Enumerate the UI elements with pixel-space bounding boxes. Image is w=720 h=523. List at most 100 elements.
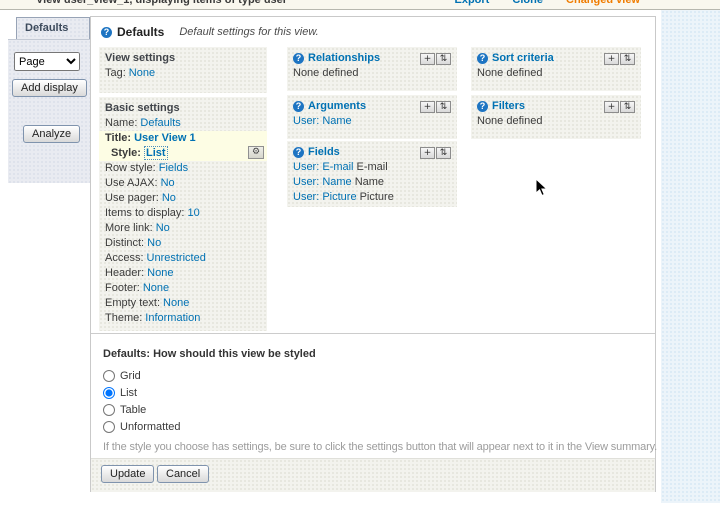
field-label: E-mail bbox=[357, 161, 388, 173]
add-icon[interactable]: + bbox=[604, 53, 619, 65]
radio-option-list[interactable]: List bbox=[103, 387, 137, 399]
filters-title-link[interactable]: Filters bbox=[492, 99, 525, 114]
cancel-button[interactable]: Cancel bbox=[157, 465, 209, 483]
setting-label: Use pager: bbox=[105, 192, 159, 204]
add-icon[interactable]: + bbox=[420, 101, 435, 113]
fields-title-link[interactable]: Fields bbox=[308, 145, 340, 160]
setting-row: Empty text:None bbox=[105, 296, 261, 311]
changed-view-indicator[interactable]: Changed view bbox=[566, 0, 640, 6]
top-links: Export Clone Changed view bbox=[435, 0, 641, 6]
rearrange-icon[interactable]: ⇅ bbox=[620, 101, 635, 113]
setting-row: Row style:Fields bbox=[105, 161, 261, 176]
setting-row: Distinct:No bbox=[105, 236, 261, 251]
rearrange-icon[interactable]: ⇅ bbox=[436, 101, 451, 113]
radio-list-label: List bbox=[120, 387, 137, 399]
rearrange-icon[interactable]: ⇅ bbox=[436, 147, 451, 159]
help-icon[interactable]: ? bbox=[293, 53, 304, 64]
radio-option-table[interactable]: Table bbox=[103, 404, 146, 416]
radio-table-label: Table bbox=[120, 404, 146, 416]
more-link-value-link[interactable]: No bbox=[156, 222, 170, 234]
setting-label: Title: bbox=[105, 132, 131, 144]
setting-row: Tag:None bbox=[105, 66, 261, 81]
row-style-value-link[interactable]: Fields bbox=[159, 162, 188, 174]
section-view-settings: View settings Tag:None bbox=[99, 47, 267, 93]
field-label: Name bbox=[355, 176, 384, 188]
name-value-link[interactable]: Defaults bbox=[140, 117, 180, 129]
field-link[interactable]: User: E-mail bbox=[293, 161, 354, 173]
argument-link[interactable]: User: Name bbox=[293, 115, 352, 127]
tab-defaults[interactable]: Defaults bbox=[16, 17, 90, 39]
radio-grid[interactable] bbox=[103, 370, 115, 382]
view-title: View user_view_1, displaying items of ty… bbox=[36, 0, 287, 6]
tab-defaults-label: Defaults bbox=[25, 22, 68, 34]
field-link[interactable]: User: Name bbox=[293, 176, 352, 188]
clone-link[interactable]: Clone bbox=[512, 0, 543, 6]
distinct-value-link[interactable]: No bbox=[147, 237, 161, 249]
form-help-text: If the style you choose has settings, be… bbox=[103, 441, 657, 453]
help-icon[interactable]: ? bbox=[477, 53, 488, 64]
radio-table[interactable] bbox=[103, 404, 115, 416]
setting-row: More link:No bbox=[105, 221, 261, 236]
help-icon[interactable]: ? bbox=[293, 147, 304, 158]
section-filters: ? Filters + ⇅ None defined bbox=[471, 95, 641, 139]
help-icon[interactable]: ? bbox=[293, 101, 304, 112]
form-button-bar: Update Cancel bbox=[91, 458, 655, 492]
theme-value-link[interactable]: Information bbox=[145, 312, 200, 324]
arguments-title-link[interactable]: Arguments bbox=[308, 99, 366, 114]
section-relationships: ? Relationships + ⇅ None defined bbox=[287, 47, 457, 91]
form-title: Defaults: How should this view be styled bbox=[103, 348, 316, 360]
header-value-link[interactable]: None bbox=[147, 267, 173, 279]
setting-label: Header: bbox=[105, 267, 144, 279]
tag-value-link[interactable]: None bbox=[129, 67, 155, 79]
style-settings-form: Defaults: How should this view be styled… bbox=[91, 333, 655, 492]
setting-label: Distinct: bbox=[105, 237, 144, 249]
use-ajax-value-link[interactable]: No bbox=[161, 177, 175, 189]
display-type-select[interactable]: Page bbox=[14, 52, 80, 71]
rearrange-icon[interactable]: ⇅ bbox=[620, 53, 635, 65]
setting-row: Header:None bbox=[105, 266, 261, 281]
radio-option-grid[interactable]: Grid bbox=[103, 370, 141, 382]
add-icon[interactable]: + bbox=[420, 147, 435, 159]
sort-criteria-title-link[interactable]: Sort criteria bbox=[492, 51, 554, 66]
title-value-link[interactable]: User View 1 bbox=[134, 132, 196, 144]
add-icon[interactable]: + bbox=[420, 53, 435, 65]
display-header: ? Defaults Default settings for this vie… bbox=[101, 25, 319, 39]
help-icon[interactable]: ? bbox=[477, 101, 488, 112]
top-bar: View user_view_1, displaying items of ty… bbox=[0, 0, 720, 10]
access-value-link[interactable]: Unrestricted bbox=[147, 252, 206, 264]
export-link[interactable]: Export bbox=[455, 0, 490, 6]
radio-list[interactable] bbox=[103, 387, 115, 399]
radio-option-unformatted[interactable]: Unformatted bbox=[103, 421, 181, 433]
add-display-button[interactable]: Add display bbox=[12, 79, 87, 97]
footer-value-link[interactable]: None bbox=[143, 282, 169, 294]
setting-label: Access: bbox=[105, 252, 144, 264]
style-settings-gear-icon[interactable]: ⚙ bbox=[248, 146, 264, 159]
field-item: User: E-mailE-mail bbox=[293, 160, 451, 175]
help-icon[interactable]: ? bbox=[101, 27, 112, 38]
section-basic-settings: Basic settings Name:Defaults Title:User … bbox=[99, 97, 267, 331]
setting-label: Tag: bbox=[105, 67, 126, 79]
style-value-link[interactable]: List bbox=[144, 146, 168, 160]
setting-row: Use pager:No bbox=[105, 191, 261, 206]
relationships-empty-text: None defined bbox=[293, 66, 451, 81]
setting-row: Name:Defaults bbox=[105, 116, 261, 131]
display-subtitle: Default settings for this view. bbox=[179, 26, 318, 38]
sort-criteria-empty-text: None defined bbox=[477, 66, 635, 81]
view-settings-title: View settings bbox=[105, 51, 261, 66]
relationships-title-link[interactable]: Relationships bbox=[308, 51, 380, 66]
update-button[interactable]: Update bbox=[101, 465, 154, 483]
empty-text-value-link[interactable]: None bbox=[163, 297, 189, 309]
setting-label: Style: bbox=[111, 147, 141, 159]
field-item: User: NameName bbox=[293, 175, 451, 190]
items-to-display-value-link[interactable]: 10 bbox=[187, 207, 199, 219]
analyze-button[interactable]: Analyze bbox=[23, 125, 80, 143]
setting-row: Theme:Information bbox=[105, 311, 261, 326]
section-arguments: ? Arguments + ⇅ User: Name bbox=[287, 95, 457, 139]
rearrange-icon[interactable]: ⇅ bbox=[436, 53, 451, 65]
radio-unformatted[interactable] bbox=[103, 421, 115, 433]
add-icon[interactable]: + bbox=[604, 101, 619, 113]
setting-label: Name: bbox=[105, 117, 137, 129]
use-pager-value-link[interactable]: No bbox=[162, 192, 176, 204]
field-link[interactable]: User: Picture bbox=[293, 191, 357, 203]
radio-grid-label: Grid bbox=[120, 370, 141, 382]
